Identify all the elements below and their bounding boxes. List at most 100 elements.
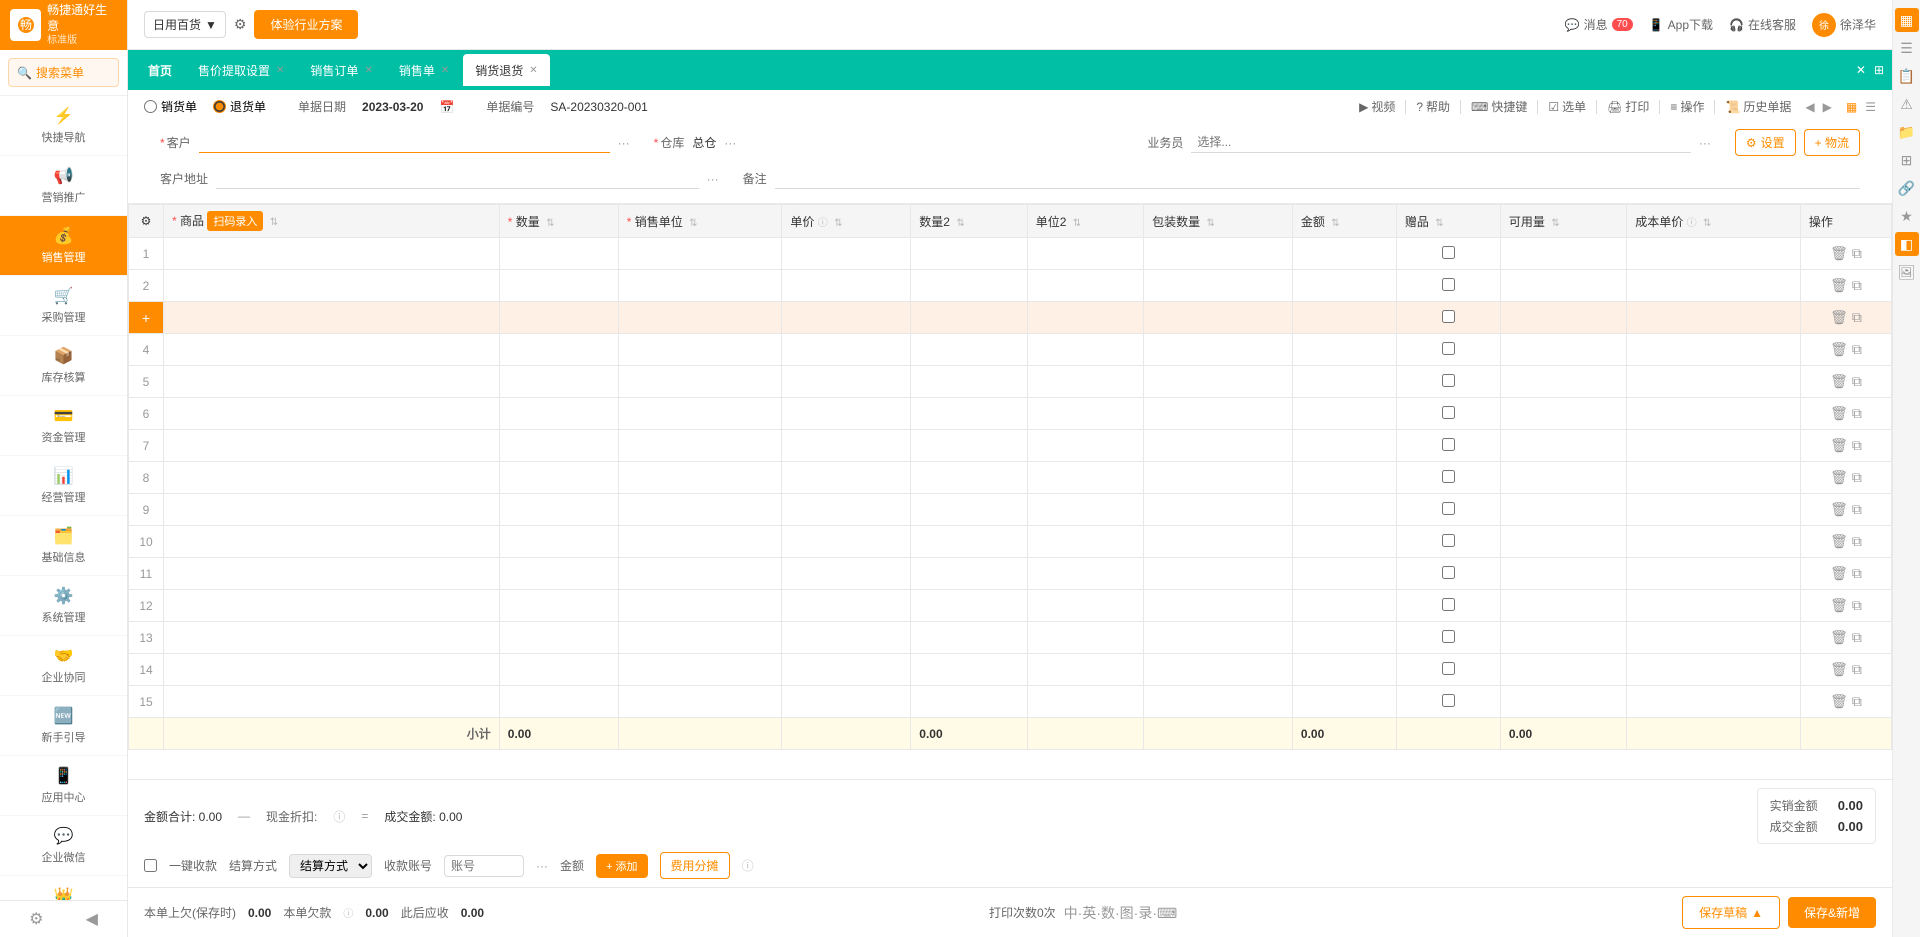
qty2-cell-1[interactable] — [911, 238, 1027, 270]
radio-return-bill[interactable]: 退货单 — [213, 98, 266, 115]
available-cell-3[interactable] — [1500, 302, 1626, 334]
amount-cell-2[interactable] — [1292, 270, 1396, 302]
gift-checkbox-2[interactable] — [1442, 278, 1455, 291]
side-panel-icon-9[interactable]: ◧ — [1895, 232, 1919, 256]
next-icon[interactable]: ▶ — [1823, 100, 1832, 114]
copy-row-6[interactable]: ⧉ — [1852, 405, 1862, 422]
side-panel-icon-5[interactable]: 📁 — [1895, 120, 1919, 144]
unit2-cell-2[interactable] — [1027, 270, 1143, 302]
sidebar-item-sales[interactable]: 💰 销售管理 — [0, 216, 127, 276]
business-selector[interactable]: 日用百货 ▼ — [144, 11, 226, 38]
side-panel-icon-4[interactable]: ⚠ — [1895, 92, 1919, 116]
radio-return-bill-input[interactable] — [213, 100, 226, 113]
cost-cell-1[interactable] — [1627, 238, 1801, 270]
sidebar-item-wechat[interactable]: 💬 企业微信 — [0, 816, 127, 876]
close-tab-sales-bill[interactable]: ✕ — [441, 65, 449, 76]
copy-row-7[interactable]: ⧉ — [1852, 437, 1862, 454]
sidebar-item-operation[interactable]: 📊 经营管理 — [0, 456, 127, 516]
tab-price-setup[interactable]: 售价提取设置 ✕ — [186, 54, 296, 86]
prev-icon[interactable]: ◀ — [1805, 100, 1814, 114]
copy-row-1[interactable]: ⧉ — [1852, 245, 1862, 262]
user-profile[interactable]: 徐 徐泽华 — [1812, 13, 1876, 37]
delete-row-7[interactable]: 🗑 — [1830, 437, 1848, 454]
customer-service-item[interactable]: 🎧 在线客服 — [1729, 16, 1796, 33]
price-cell-3[interactable] — [782, 302, 911, 334]
pack-cell-1[interactable] — [1144, 238, 1293, 270]
history-action[interactable]: 📜 历史单据 — [1725, 98, 1791, 115]
sort-available-icon[interactable]: ⇅ — [1551, 218, 1559, 229]
copy-row-3[interactable]: ⧉ — [1852, 309, 1862, 326]
expand-tabs-icon[interactable]: ⊞ — [1874, 63, 1884, 77]
amount-cell-1[interactable] — [1292, 238, 1396, 270]
collapse-icon[interactable]: ◀ — [86, 909, 98, 929]
sidebar-item-enterprise[interactable]: 🤝 企业协同 — [0, 636, 127, 696]
gift-cell-1[interactable] — [1396, 238, 1500, 270]
logistics-button[interactable]: + 物流 — [1804, 129, 1860, 156]
fee-split-button[interactable]: 费用分摊 — [660, 852, 730, 879]
account-input[interactable] — [444, 855, 524, 877]
delete-row-2[interactable]: 🗑 — [1830, 277, 1848, 294]
sort-product-icon[interactable]: ⇅ — [270, 217, 278, 228]
close-tab-sales-return[interactable]: ✕ — [529, 65, 537, 76]
copy-row-14[interactable]: ⧉ — [1852, 661, 1862, 678]
calendar-icon[interactable]: 📅 — [439, 100, 454, 114]
delete-row-13[interactable]: 🗑 — [1830, 629, 1848, 646]
sort-qty2-icon[interactable]: ⇅ — [956, 218, 964, 229]
barcode-button[interactable]: 扫码录入 — [207, 211, 263, 231]
list-view-icon[interactable]: ☰ — [1865, 100, 1876, 114]
save-new-button[interactable]: 保存&新增 — [1788, 897, 1876, 928]
gift-cell-3[interactable] — [1396, 302, 1500, 334]
customer-input[interactable] — [199, 132, 610, 153]
tab-home[interactable]: 首页 — [136, 54, 184, 86]
close-tab-price-setup[interactable]: ✕ — [276, 65, 284, 76]
product-cell-1[interactable] — [164, 238, 500, 270]
app-download-item[interactable]: 📱 App下载 — [1649, 16, 1713, 33]
pack-cell-2[interactable] — [1144, 270, 1293, 302]
qty-cell-3[interactable] — [499, 302, 618, 334]
print-action[interactable]: 🖨 打印 — [1607, 98, 1649, 115]
unit2-cell-3[interactable] — [1027, 302, 1143, 334]
sort-cost-icon[interactable]: ⇅ — [1703, 218, 1711, 229]
copy-row-9[interactable]: ⧉ — [1852, 501, 1862, 518]
sidebar-item-quicknav[interactable]: ⚡ 快捷导航 — [0, 96, 127, 156]
unit2-cell-1[interactable] — [1027, 238, 1143, 270]
amount-cell-3[interactable] — [1292, 302, 1396, 334]
sort-qty-icon[interactable]: ⇅ — [546, 218, 554, 229]
qty-cell-1[interactable] — [499, 238, 618, 270]
grid-view-icon[interactable]: ▦ — [1846, 100, 1857, 114]
salesperson-input[interactable] — [1191, 132, 1691, 153]
delete-row-8[interactable]: 🗑 — [1830, 469, 1848, 486]
search-menu-button[interactable]: 🔍 搜索菜单 — [8, 58, 119, 87]
address-input[interactable] — [216, 168, 699, 189]
copy-row-10[interactable]: ⧉ — [1852, 533, 1862, 550]
gift-cell-2[interactable] — [1396, 270, 1500, 302]
side-panel-icon-3[interactable]: 📋 — [1895, 64, 1919, 88]
available-cell-2[interactable] — [1500, 270, 1626, 302]
delete-row-6[interactable]: 🗑 — [1830, 405, 1848, 422]
setup-button[interactable]: ⚙ 设置 — [1735, 129, 1796, 156]
save-draft-button[interactable]: 保存草稿 ▲ — [1682, 896, 1780, 929]
customer-dots[interactable]: ··· — [618, 136, 630, 150]
shortcut-action[interactable]: ⌨ 快捷键 — [1471, 98, 1527, 115]
account-dots[interactable]: ··· — [536, 859, 548, 873]
col-settings[interactable]: ⚙ — [129, 205, 164, 238]
qty2-cell-3[interactable] — [911, 302, 1027, 334]
cost-cell-2[interactable] — [1627, 270, 1801, 302]
delete-row-9[interactable]: 🗑 — [1830, 501, 1848, 518]
fee-info-icon[interactable]: ⓘ — [742, 857, 754, 874]
sort-unit2-icon[interactable]: ⇅ — [1073, 218, 1081, 229]
sort-price-icon[interactable]: ⇅ — [834, 218, 842, 229]
delete-row-4[interactable]: 🗑 — [1830, 341, 1848, 358]
delete-row-10[interactable]: 🗑 — [1830, 533, 1848, 550]
price-cell-1[interactable] — [782, 238, 911, 270]
add-payment-button[interactable]: + 添加 — [596, 854, 647, 878]
unit-cell-2[interactable] — [618, 270, 782, 302]
unit-cell-1[interactable] — [618, 238, 782, 270]
delete-row-15[interactable]: 🗑 — [1830, 693, 1848, 710]
product-input-3[interactable] — [172, 311, 491, 325]
tab-sales-order[interactable]: 销售订单 ✕ — [298, 54, 384, 86]
add-row-button[interactable]: + — [137, 309, 155, 327]
delete-row-5[interactable]: 🗑 — [1830, 373, 1848, 390]
sidebar-item-purchase[interactable]: 🛒 采购管理 — [0, 276, 127, 336]
tab-sales-return[interactable]: 销货退货 ✕ — [463, 54, 549, 86]
